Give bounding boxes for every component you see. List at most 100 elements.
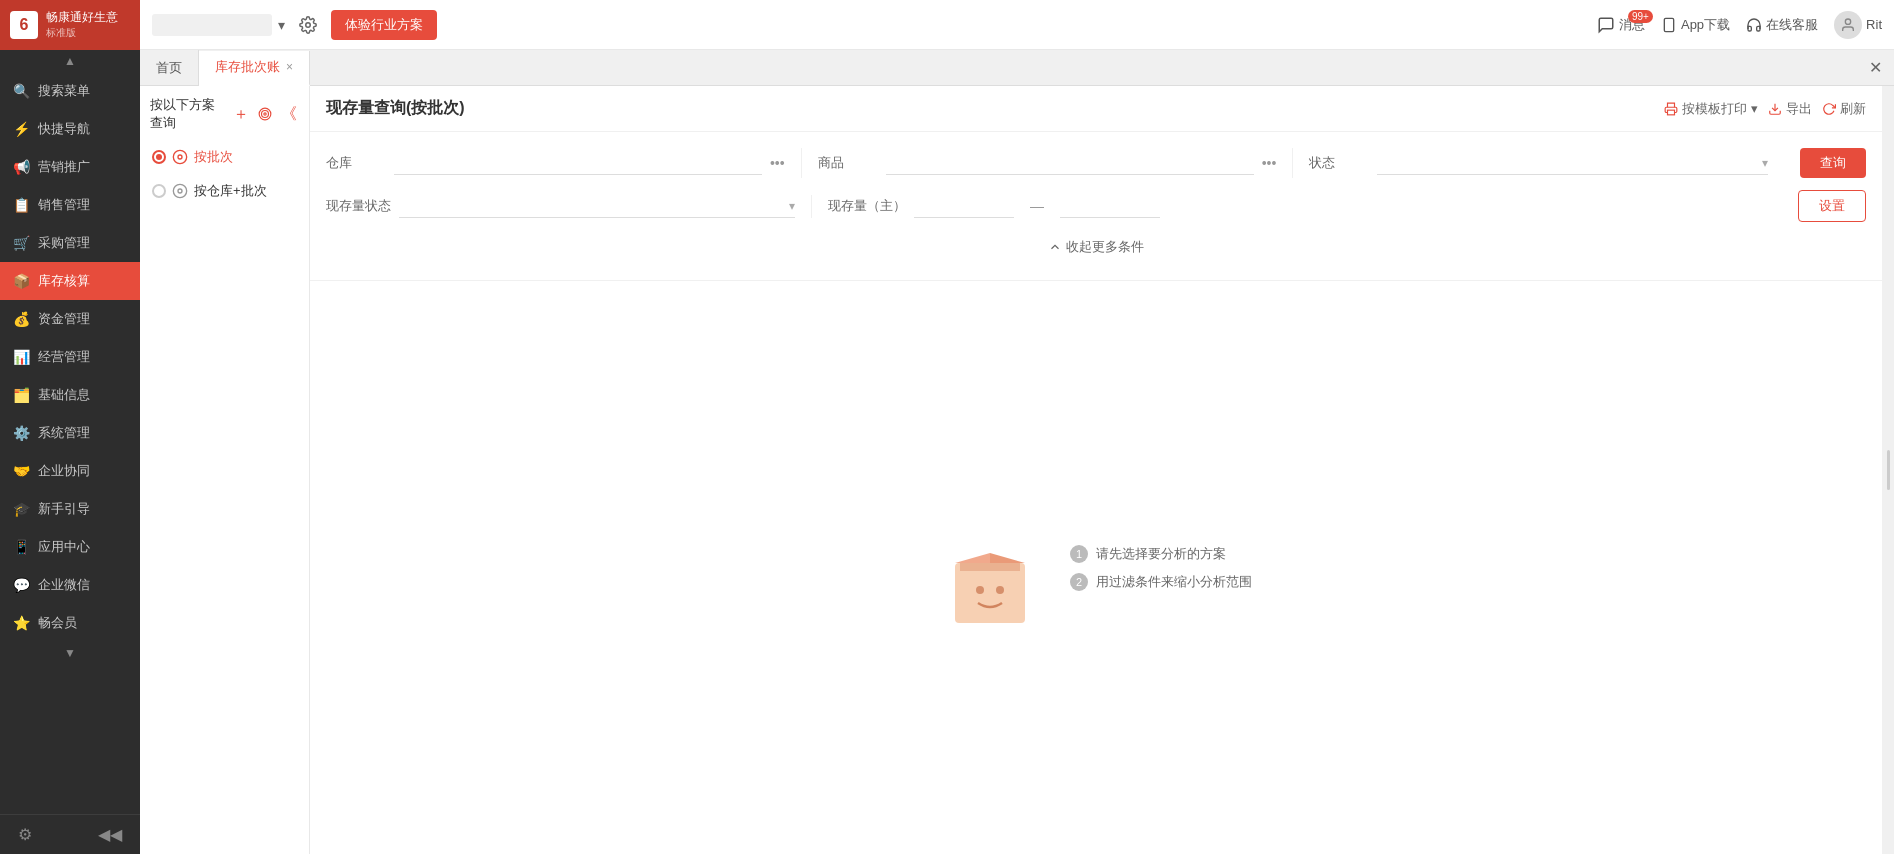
tip-1-text: 请先选择要分析的方案 bbox=[1096, 545, 1226, 563]
sidebar-item-search[interactable]: 🔍 搜索菜单 bbox=[0, 72, 140, 110]
tab-panel-close-btn[interactable]: ✕ bbox=[1869, 58, 1882, 77]
settings-btn[interactable]: 设置 bbox=[1798, 190, 1866, 222]
warehouse-input[interactable] bbox=[394, 151, 762, 175]
sidebar-item-system[interactable]: ⚙️ 系统管理 bbox=[0, 414, 140, 452]
tab-close-btn[interactable]: × bbox=[286, 60, 293, 74]
scheme-item-batch[interactable]: 按批次 bbox=[140, 140, 309, 174]
quicknav-icon: ⚡ bbox=[12, 120, 30, 138]
status-select[interactable]: ▾ bbox=[1377, 152, 1768, 175]
sidebar-item-purchase[interactable]: 🛒 采购管理 bbox=[0, 224, 140, 262]
svg-rect-13 bbox=[955, 563, 1025, 623]
collapse-left-panel-btn[interactable]: 《 bbox=[279, 104, 299, 124]
experience-btn[interactable]: 体验行业方案 bbox=[331, 10, 437, 40]
export-btn[interactable]: 导出 bbox=[1768, 100, 1812, 118]
headset-icon bbox=[1746, 17, 1762, 33]
svg-point-5 bbox=[262, 111, 269, 118]
collapse-more-btn[interactable]: 收起更多条件 bbox=[326, 230, 1866, 264]
messages-btn[interactable]: 消息 99+ bbox=[1597, 16, 1645, 34]
online-support-btn[interactable]: 在线客服 bbox=[1746, 16, 1818, 34]
page-title: 现存量查询(按批次) bbox=[326, 98, 465, 119]
svg-point-3 bbox=[1845, 19, 1850, 24]
sidebar-item-base[interactable]: 🗂️ 基础信息 bbox=[0, 376, 140, 414]
qty-max-input[interactable] bbox=[1060, 194, 1160, 218]
status-select-arrow: ▾ bbox=[1762, 156, 1768, 170]
app-version: 标准版 bbox=[46, 26, 118, 40]
sidebar-item-label: 新手引导 bbox=[38, 500, 90, 518]
radio-batch bbox=[152, 150, 166, 164]
sidebar-item-wechat[interactable]: 💬 企业微信 bbox=[0, 566, 140, 604]
sidebar-item-label: 营销推广 bbox=[38, 158, 90, 176]
scheme-batch-label: 按批次 bbox=[194, 148, 233, 166]
tip-2-text: 用过滤条件来缩小分析范围 bbox=[1096, 573, 1252, 591]
online-support-label: 在线客服 bbox=[1766, 16, 1818, 34]
print-dropdown-arrow[interactable]: ▾ bbox=[1751, 101, 1758, 116]
sidebar-item-label: 采购管理 bbox=[38, 234, 90, 252]
topbar-right: 消息 99+ App下载 在线客服 bbox=[1597, 11, 1882, 39]
tab-inventory-batch[interactable]: 库存批次账 × bbox=[199, 51, 310, 86]
avatar bbox=[1834, 11, 1862, 39]
sidebar-item-inventory[interactable]: 📦 库存核算 bbox=[0, 262, 140, 300]
radio-batch-inner bbox=[156, 154, 162, 160]
inventory-status-label: 现存量状态 bbox=[326, 197, 391, 215]
export-icon bbox=[1768, 102, 1782, 116]
sidebar: 6 畅康通好生意 标准版 ▲ 🔍 搜索菜单 ⚡ 快捷导航 📢 营销推广 📋 销售… bbox=[0, 0, 140, 854]
purchase-icon: 🛒 bbox=[12, 234, 30, 252]
message-icon bbox=[1597, 16, 1615, 34]
svg-point-6 bbox=[264, 113, 266, 115]
sidebar-item-marketing[interactable]: 📢 营销推广 bbox=[0, 148, 140, 186]
sidebar-item-newbie[interactable]: 🎓 新手引导 bbox=[0, 490, 140, 528]
scheme-settings-btn[interactable] bbox=[255, 104, 275, 124]
topbar-dropdown-btn[interactable]: ▾ bbox=[278, 17, 285, 33]
inventory-status-arrow: ▾ bbox=[789, 199, 795, 213]
search-icon: 🔍 bbox=[12, 82, 30, 100]
user-avatar-btn[interactable]: Rit bbox=[1834, 11, 1882, 39]
sidebar-item-quicknav[interactable]: ⚡ 快捷导航 bbox=[0, 110, 140, 148]
app-download-label: App下载 bbox=[1681, 16, 1730, 34]
sidebar-item-collab[interactable]: 🤝 企业协同 bbox=[0, 452, 140, 490]
topbar-gear-btn[interactable] bbox=[293, 10, 323, 40]
sidebar-item-sales[interactable]: 📋 销售管理 bbox=[0, 186, 140, 224]
warehouse-more-btn[interactable]: ••• bbox=[770, 155, 785, 171]
add-scheme-btn[interactable]: ＋ bbox=[231, 104, 251, 124]
product-more-btn[interactable]: ••• bbox=[1262, 155, 1277, 171]
qty-min-input[interactable] bbox=[914, 194, 1014, 218]
empty-tip-2: 2 用过滤条件来缩小分析范围 bbox=[1070, 573, 1252, 591]
sidebar-item-appstore[interactable]: 📱 应用中心 bbox=[0, 528, 140, 566]
filter-area: 仓库 ••• 商品 ••• 状态 ▾ bbox=[310, 132, 1882, 281]
inventory-qty-label: 现存量（主） bbox=[828, 197, 906, 215]
topbar: ▾ 体验行业方案 消息 99+ App下载 bbox=[140, 0, 1894, 50]
sidebar-item-ops[interactable]: 📊 经营管理 bbox=[0, 338, 140, 376]
sidebar-item-label: 基础信息 bbox=[38, 386, 90, 404]
svg-point-4 bbox=[259, 108, 271, 120]
app-name: 畅康通好生意 bbox=[46, 10, 118, 26]
print-btn[interactable]: 按模板打印 ▾ bbox=[1664, 100, 1758, 118]
sidebar-item-label: 应用中心 bbox=[38, 538, 90, 556]
tab-home[interactable]: 首页 bbox=[140, 50, 199, 85]
sidebar-item-finance[interactable]: 💰 资金管理 bbox=[0, 300, 140, 338]
product-input[interactable] bbox=[886, 151, 1254, 175]
query-btn[interactable]: 查询 bbox=[1800, 148, 1866, 178]
sidebar-item-member[interactable]: ⭐ 畅会员 bbox=[0, 604, 140, 642]
sidebar-collapse-btn[interactable]: ◀◀ bbox=[92, 823, 128, 846]
refresh-btn[interactable]: 刷新 bbox=[1822, 100, 1866, 118]
sidebar-nav-list: ▲ 🔍 搜索菜单 ⚡ 快捷导航 📢 营销推广 📋 销售管理 🛒 采购管理 📦 库… bbox=[0, 50, 140, 814]
sidebar-settings-btn[interactable]: ⚙ bbox=[12, 823, 38, 846]
right-edge-line bbox=[1887, 450, 1890, 490]
inventory-status-select[interactable]: ▾ bbox=[399, 195, 795, 218]
refresh-icon bbox=[1822, 102, 1836, 116]
sidebar-scroll-down-btn[interactable]: ▼ bbox=[0, 642, 140, 664]
topbar-search-input[interactable] bbox=[152, 14, 272, 36]
sidebar-item-label: 畅会员 bbox=[38, 614, 77, 632]
svg-rect-11 bbox=[1668, 110, 1675, 115]
product-label: 商品 bbox=[818, 154, 878, 172]
app-download-btn[interactable]: App下载 bbox=[1661, 16, 1730, 34]
status-label: 状态 bbox=[1309, 154, 1369, 172]
base-icon: 🗂️ bbox=[12, 386, 30, 404]
collapse-label: 收起更多条件 bbox=[1066, 238, 1144, 256]
sidebar-scroll-up-btn[interactable]: ▲ bbox=[0, 50, 140, 72]
sidebar-header: 6 畅康通好生意 标准版 bbox=[0, 0, 140, 50]
svg-rect-1 bbox=[1664, 18, 1673, 31]
scheme-item-warehouse-batch[interactable]: 按仓库+批次 bbox=[140, 174, 309, 208]
warehouse-label: 仓库 bbox=[326, 154, 386, 172]
radio-warehouse-batch bbox=[152, 184, 166, 198]
